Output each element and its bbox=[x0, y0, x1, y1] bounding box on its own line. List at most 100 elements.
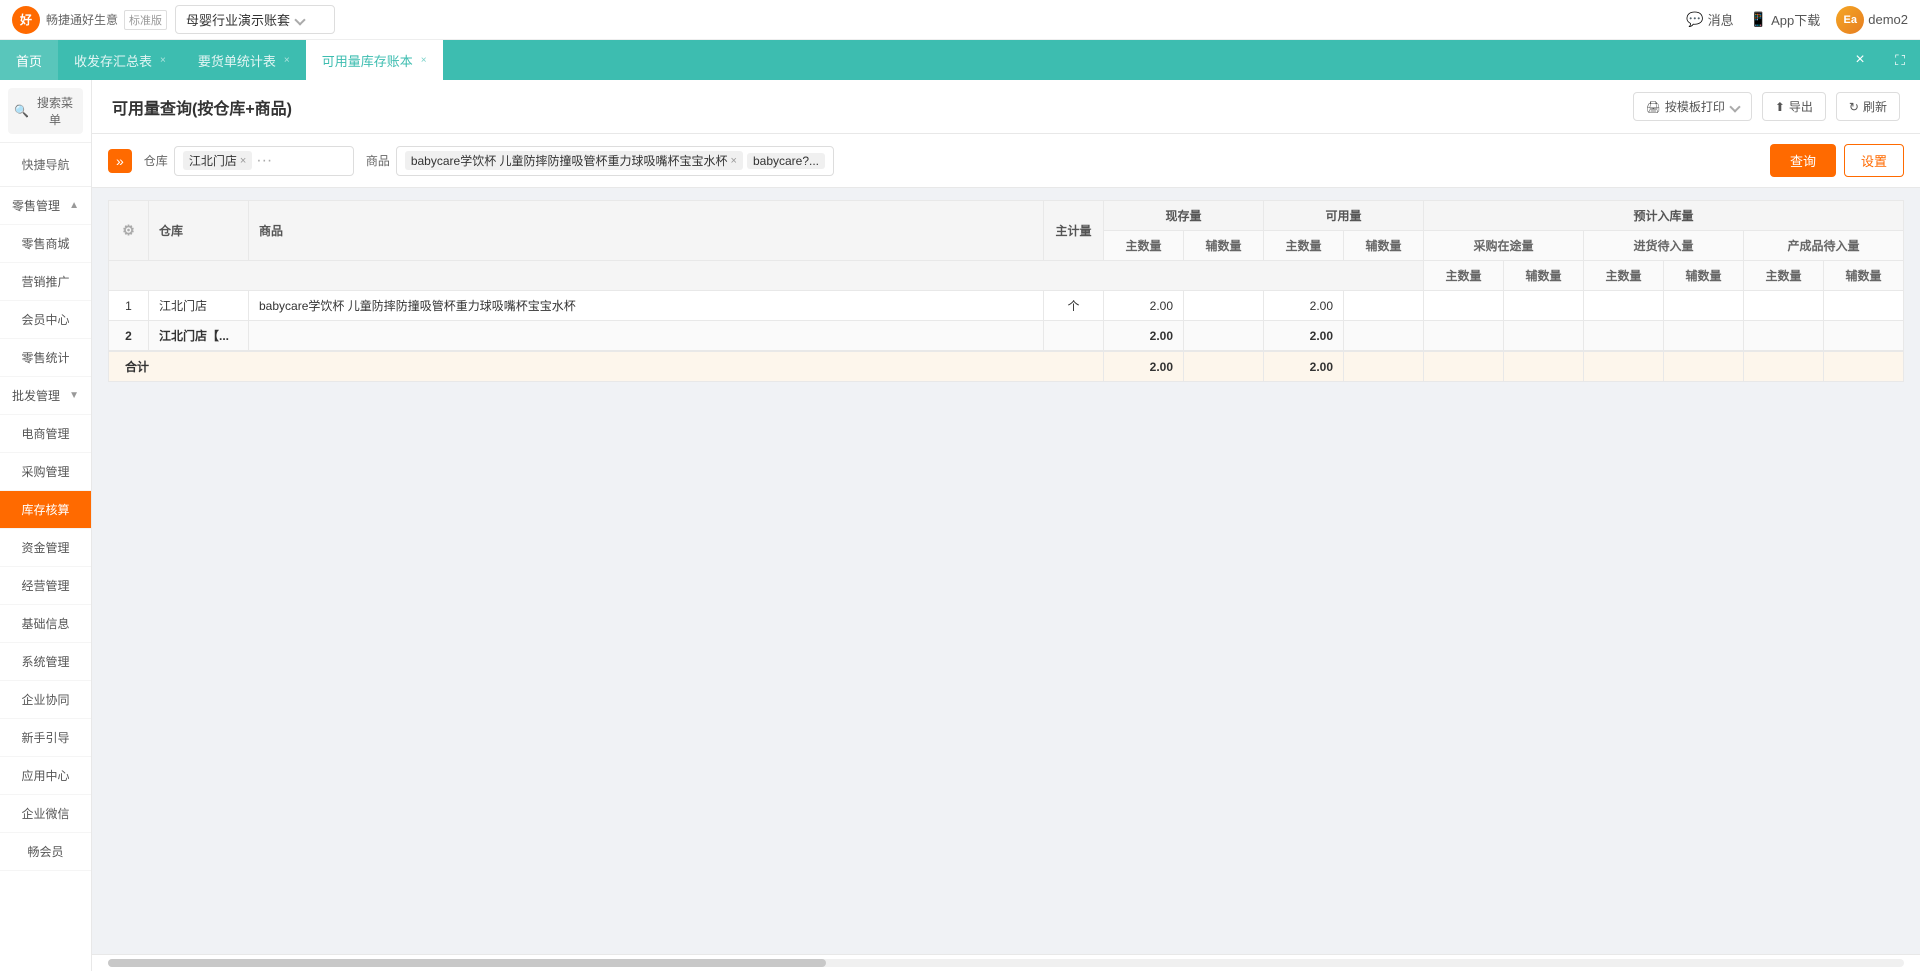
total-inbound-main bbox=[1584, 351, 1664, 382]
product-filter-group: 商品 babycare学饮杯 儿童防摔防撞吸管杯重力球吸嘴杯宝宝水杯 × bab… bbox=[366, 146, 834, 176]
tab-order[interactable]: 要货单统计表 × bbox=[182, 40, 306, 80]
sidebar-item-member-center[interactable]: 会员中心 bbox=[0, 301, 91, 339]
col-header-purchase-transit: 采购在途量 bbox=[1424, 231, 1584, 261]
warehouse-filter-label: 仓库 bbox=[144, 152, 168, 169]
filter-action-buttons: 查询 设置 bbox=[1770, 144, 1904, 177]
product-tag-0: babycare学饮杯 儿童防摔防撞吸管杯重力球吸嘴杯宝宝水杯 × bbox=[405, 151, 743, 170]
app-center-label: 应用中心 bbox=[21, 767, 69, 784]
search-icon: 🔍 bbox=[14, 104, 29, 118]
row-2-available-main: 2.00 bbox=[1264, 321, 1344, 352]
page-title: 可用量查询(按仓库+商品) bbox=[112, 95, 292, 119]
tab-order-close[interactable]: × bbox=[284, 55, 290, 66]
sidebar-quick-nav[interactable]: 快捷导航 bbox=[0, 143, 91, 187]
sidebar-item-retail-mall[interactable]: 零售商城 bbox=[0, 225, 91, 263]
tab-available-label: 可用量库存账本 bbox=[322, 51, 413, 70]
col-header-purchase-transit-sub: 辅数量 bbox=[1504, 261, 1584, 291]
query-button[interactable]: 查询 bbox=[1770, 144, 1836, 177]
tab-receipt[interactable]: 收发存汇总表 × bbox=[58, 40, 182, 80]
user-profile[interactable]: Ea demo2 bbox=[1836, 6, 1908, 34]
row-1-purchase-transit-main bbox=[1424, 291, 1504, 321]
sidebar-search[interactable]: 🔍 搜索菜单 bbox=[0, 80, 91, 143]
sidebar-item-retail-mgmt[interactable]: 零售管理 ▲ bbox=[0, 187, 91, 225]
sidebar-item-marketing[interactable]: 营销推广 bbox=[0, 263, 91, 301]
sidebar-item-ecommerce[interactable]: 电商管理 bbox=[0, 415, 91, 453]
scroll-thumb[interactable] bbox=[108, 959, 826, 967]
top-bar-left: 好 畅捷通好生意 标准版 母婴行业演示账套 bbox=[12, 5, 335, 34]
col-header-production-sub: 辅数量 bbox=[1824, 261, 1904, 291]
sidebar-item-wholesale-mgmt[interactable]: 批发管理 ▼ bbox=[0, 377, 91, 415]
sidebar-item-inventory-check[interactable]: 库存核算 bbox=[0, 491, 91, 529]
col-header-available-sub: 辅数量 bbox=[1344, 231, 1424, 261]
col-header-main-unit: 主计量 bbox=[1044, 201, 1104, 261]
msg-label: 消息 bbox=[1708, 10, 1734, 29]
total-inbound-sub bbox=[1664, 351, 1744, 382]
product-tag-1: babycare?... bbox=[747, 153, 825, 169]
chevron-down-icon bbox=[294, 14, 305, 25]
sidebar-item-new-guide[interactable]: 新手引导 bbox=[0, 719, 91, 757]
settings-icon[interactable]: ⚙ bbox=[122, 222, 135, 238]
col-header-available: 可用量 bbox=[1264, 201, 1424, 231]
refresh-button[interactable]: ↻ 刷新 bbox=[1836, 92, 1900, 121]
product-tag-container[interactable]: babycare学饮杯 儿童防摔防撞吸管杯重力球吸嘴杯宝宝水杯 × babyca… bbox=[396, 146, 834, 176]
top-bar-right: 消息 App下载 Ea demo2 bbox=[1686, 6, 1908, 34]
warehouse-tag-container[interactable]: 江北门店 × ··· bbox=[174, 146, 354, 176]
tab-available[interactable]: 可用量库存账本 × bbox=[306, 40, 443, 80]
export-button[interactable]: ⬆ 导出 bbox=[1762, 92, 1826, 121]
sidebar-item-operations-mgmt[interactable]: 经营管理 bbox=[0, 567, 91, 605]
col-header-production-main: 主数量 bbox=[1744, 261, 1824, 291]
col-header-production-pending: 产成品待入量 bbox=[1744, 231, 1904, 261]
total-production-main bbox=[1744, 351, 1824, 382]
row-1-purchase-transit-sub bbox=[1504, 291, 1584, 321]
horizontal-scrollbar[interactable] bbox=[108, 959, 1904, 967]
row-2-index: 2 bbox=[109, 321, 149, 352]
tab-home[interactable]: 首页 bbox=[0, 40, 58, 80]
product-tag-0-close[interactable]: × bbox=[731, 155, 737, 167]
chevron-down-icon bbox=[1729, 101, 1740, 112]
total-row: 合计 2.00 2.00 bbox=[109, 351, 1904, 382]
warehouse-tag-text: 江北门店 bbox=[189, 152, 237, 169]
settings-button[interactable]: 设置 bbox=[1844, 144, 1904, 177]
sidebar-item-basic-info[interactable]: 基础信息 bbox=[0, 605, 91, 643]
page-actions: 🖨 按模板打印 ⬆ 导出 ↻ 刷新 bbox=[1633, 92, 1900, 121]
col-header-inbound-main: 主数量 bbox=[1584, 261, 1664, 291]
tab-order-label: 要货单统计表 bbox=[198, 51, 276, 70]
industry-selector[interactable]: 母婴行业演示账套 bbox=[175, 5, 335, 34]
msg-button[interactable]: 消息 bbox=[1686, 10, 1733, 29]
sidebar-item-system-mgmt[interactable]: 系统管理 bbox=[0, 643, 91, 681]
search-menu-button[interactable]: 🔍 搜索菜单 bbox=[8, 88, 83, 134]
tab-receipt-close[interactable]: × bbox=[160, 55, 166, 66]
filter-area: » 仓库 江北门店 × ··· 商品 babycare学饮杯 儿童防摔防撞吸管杯… bbox=[92, 134, 1920, 188]
sidebar-item-app-center[interactable]: 应用中心 bbox=[0, 757, 91, 795]
sidebar-item-finance-mgmt[interactable]: 资金管理 bbox=[0, 529, 91, 567]
row-2-warehouse: 江北门店【... bbox=[149, 321, 249, 352]
sidebar-item-retail-stats[interactable]: 零售统计 bbox=[0, 339, 91, 377]
nav-expand-button[interactable]: ⛶ bbox=[1880, 40, 1920, 80]
row-1-available-sub bbox=[1344, 291, 1424, 321]
system-mgmt-label: 系统管理 bbox=[21, 653, 69, 670]
sidebar-item-enterprise-collab[interactable]: 企业协同 bbox=[0, 681, 91, 719]
sidebar-item-purchase-mgmt[interactable]: 采购管理 bbox=[0, 453, 91, 491]
row-1-production-main bbox=[1744, 291, 1824, 321]
app-download-button[interactable]: App下载 bbox=[1750, 10, 1821, 29]
warehouse-tag-0: 江北门店 × bbox=[183, 151, 252, 170]
tab-available-close[interactable]: × bbox=[421, 55, 427, 66]
total-label: 合计 bbox=[109, 351, 1104, 382]
nav-close-button[interactable]: × bbox=[1840, 40, 1880, 80]
total-production-sub bbox=[1824, 351, 1904, 382]
user-name: demo2 bbox=[1868, 12, 1908, 27]
row-1-inbound-main bbox=[1584, 291, 1664, 321]
col-header-settings[interactable]: ⚙ bbox=[109, 201, 149, 261]
quick-nav-button[interactable]: 快捷导航 bbox=[8, 151, 83, 178]
warehouse-tag-close[interactable]: × bbox=[240, 155, 246, 167]
warehouse-filter-dots[interactable]: ··· bbox=[256, 152, 272, 170]
search-menu-label: 搜索菜单 bbox=[33, 94, 77, 128]
filter-expand-button[interactable]: » bbox=[108, 149, 132, 173]
sidebar-item-enterprise-wechat[interactable]: 企业微信 bbox=[0, 795, 91, 833]
table-row: 1 江北门店 babycare学饮杯 儿童防摔防撞吸管杯重力球吸嘴杯宝宝水杯 个… bbox=[109, 291, 1904, 321]
row-1-current-sub bbox=[1184, 291, 1264, 321]
basic-info-label: 基础信息 bbox=[21, 615, 69, 632]
logo-text: 畅捷通好生意 bbox=[46, 11, 118, 28]
sidebar-item-member[interactable]: 畅会员 bbox=[0, 833, 91, 871]
total-available-main: 2.00 bbox=[1264, 351, 1344, 382]
template-print-button[interactable]: 🖨 按模板打印 bbox=[1633, 92, 1752, 121]
